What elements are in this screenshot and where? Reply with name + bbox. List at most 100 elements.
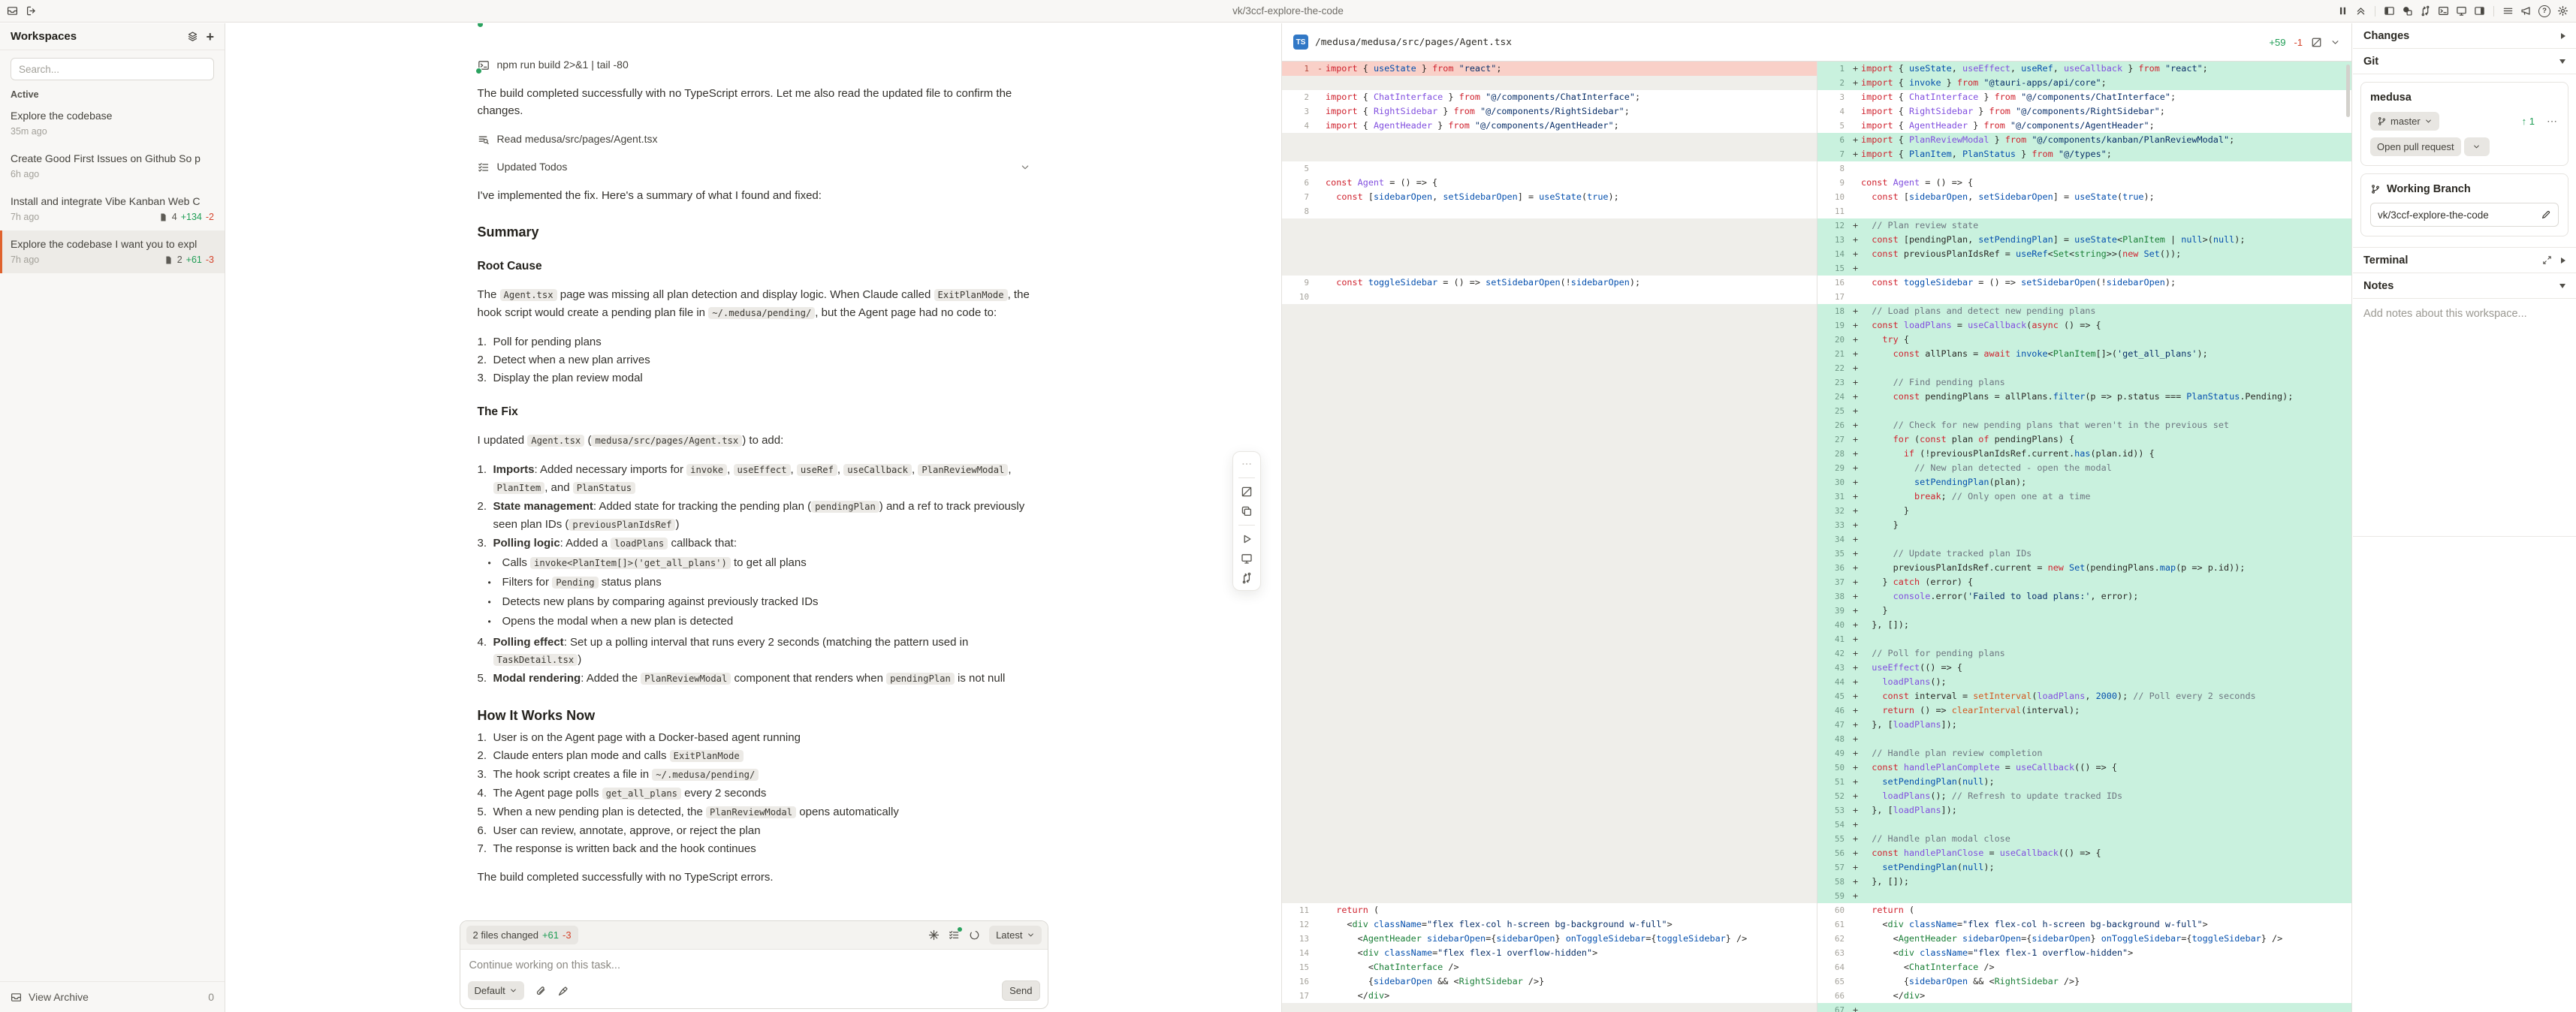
gear-icon[interactable] bbox=[2557, 5, 2568, 17]
diff-scrollbar[interactable] bbox=[2346, 65, 2350, 117]
inline-code: PlanItem bbox=[493, 482, 545, 494]
megaphone-icon[interactable] bbox=[2520, 5, 2532, 17]
chevron-down-icon[interactable] bbox=[2330, 38, 2340, 47]
branch-dropdown[interactable]: master bbox=[2370, 112, 2439, 131]
diff-new-cell: 49+ // Handle plan review completion bbox=[1817, 746, 2351, 761]
attach-icon[interactable] bbox=[535, 985, 547, 997]
diff-old-cell bbox=[1282, 547, 1817, 561]
tray-icon[interactable] bbox=[7, 5, 18, 17]
list-item: 4.Polling effect: Set up a polling inter… bbox=[478, 634, 1030, 669]
diff-old-cell bbox=[1282, 247, 1817, 261]
tool-call-read[interactable]: Read medusa/src/pages/Agent.tsx bbox=[478, 131, 1030, 148]
hide-diff-icon[interactable] bbox=[1241, 486, 1253, 498]
files-changed-chip[interactable]: 2 files changed +61 -3 bbox=[466, 926, 578, 944]
tool-call-terminal[interactable]: npm run build 2>&1 | tail -80 bbox=[478, 56, 1030, 74]
diff-row: 11 return (60 return ( bbox=[1282, 903, 2351, 917]
diff-old-cell: 11 return ( bbox=[1282, 903, 1817, 917]
terminal-section-header[interactable]: Terminal bbox=[2353, 247, 2576, 273]
composer: 2 files changed +61 -3 Latest Continue w… bbox=[460, 920, 1048, 1009]
mode-dropdown[interactable]: Default bbox=[468, 981, 524, 1000]
diff-row: 52+ loadPlans(); // Refresh to update tr… bbox=[1282, 789, 2351, 803]
drag-handle-icon[interactable] bbox=[1241, 458, 1253, 470]
hide-diff-icon[interactable] bbox=[2311, 37, 2322, 48]
tool-call-label: Read medusa/src/pages/Agent.tsx bbox=[497, 131, 658, 148]
diff-old-cell bbox=[1282, 532, 1817, 547]
inline-code: PlanReviewModal bbox=[918, 464, 1008, 476]
workspace-item-1[interactable]: Explore the codebase35m ago bbox=[0, 102, 225, 145]
diff-old-cell: 1-import { useState } from "react"; bbox=[1282, 62, 1817, 76]
sign-out-icon[interactable] bbox=[26, 5, 37, 17]
ordered-list: 1.Imports: Added necessary imports for i… bbox=[478, 461, 1030, 688]
message-paragraph: The build completed successfully with no… bbox=[478, 85, 1030, 119]
inline-code: get_all_plans bbox=[602, 788, 681, 800]
chevron-down-icon[interactable] bbox=[1020, 162, 1030, 173]
view-archive-button[interactable]: View Archive 0 bbox=[0, 981, 225, 1012]
copy-icon[interactable] bbox=[1241, 505, 1253, 517]
pause-icon[interactable] bbox=[2337, 5, 2348, 17]
diff-new-cell: 13+ const [pendingPlan, setPendingPlan] … bbox=[1817, 233, 2351, 247]
pen-icon[interactable] bbox=[557, 985, 569, 997]
diff-new-cell: 52+ loadPlans(); // Refresh to update tr… bbox=[1817, 789, 2351, 803]
version-label: Latest bbox=[996, 929, 1022, 941]
search-input[interactable] bbox=[11, 58, 214, 80]
todos-status-icon[interactable] bbox=[949, 929, 960, 941]
diff-old-cell bbox=[1282, 432, 1817, 447]
edit-icon[interactable] bbox=[2541, 209, 2551, 220]
workspace-item-4[interactable]: Explore the codebase I want you to expl7… bbox=[0, 230, 225, 273]
notes-input[interactable]: Add notes about this workspace... bbox=[2353, 299, 2576, 537]
monitor-icon[interactable] bbox=[2456, 5, 2467, 17]
diff-row: 43+ useEffect(() => { bbox=[1282, 661, 2351, 675]
git-section-header[interactable]: Git bbox=[2353, 49, 2576, 74]
diff-old-cell bbox=[1282, 304, 1817, 318]
terminal-icon[interactable] bbox=[2438, 5, 2449, 17]
panel-right-icon[interactable] bbox=[2474, 5, 2485, 17]
more-options-button[interactable]: ⋯ bbox=[2547, 115, 2559, 128]
list-item: 4.The Agent page polls get_all_plans eve… bbox=[478, 785, 1030, 803]
todo-activity-dot bbox=[958, 927, 962, 932]
diff-old-cell: 16 {sidebarOpen && <RightSidebar />} bbox=[1282, 974, 1817, 989]
repo-name: medusa bbox=[2370, 92, 2559, 104]
diff-old-cell bbox=[1282, 233, 1817, 247]
inline-code: useRef bbox=[797, 464, 837, 476]
workspace-item-3[interactable]: Install and integrate Vibe Kanban Web C7… bbox=[0, 188, 225, 230]
window-title: vk/3ccf-explore-the-code bbox=[0, 5, 2576, 17]
tool-call-todos[interactable]: Updated Todos bbox=[478, 158, 1030, 176]
message-input[interactable]: Continue working on this task... bbox=[460, 950, 1048, 974]
sparkle-icon[interactable] bbox=[928, 929, 940, 941]
expand-icon[interactable] bbox=[2542, 255, 2552, 265]
working-branch-input[interactable]: vk/3ccf-explore-the-code bbox=[2370, 203, 2559, 227]
diff-new-cell: 66 </div> bbox=[1817, 989, 2351, 1003]
diff-old-cell bbox=[1282, 689, 1817, 703]
open-pull-request-button[interactable]: Open pull request bbox=[2370, 137, 2461, 156]
pr-dropdown-button[interactable] bbox=[2464, 137, 2490, 156]
compare-icon[interactable] bbox=[1241, 572, 1253, 584]
compare-icon[interactable] bbox=[2420, 5, 2431, 17]
panel-left-icon[interactable] bbox=[2384, 5, 2395, 17]
workspaces-sidebar: Workspaces + Active Explore the codebase… bbox=[0, 23, 225, 1012]
version-dropdown[interactable]: Latest bbox=[989, 926, 1041, 944]
working-branch-card: Working Branch vk/3ccf-explore-the-code bbox=[2360, 173, 2568, 236]
diff-new-cell: 22+ bbox=[1817, 361, 2351, 375]
layers-icon[interactable] bbox=[187, 31, 198, 42]
diff-row: 29+ // New plan detected - open the moda… bbox=[1282, 461, 2351, 475]
diff-row: 13 <AgentHeader sidebarOpen={sidebarOpen… bbox=[1282, 932, 2351, 946]
add-workspace-button[interactable]: + bbox=[206, 32, 214, 42]
changes-section-header[interactable]: Changes bbox=[2353, 23, 2576, 49]
notes-section-header[interactable]: Notes bbox=[2353, 273, 2576, 299]
diff-file-header[interactable]: TS /medusa/medusa/src/pages/Agent.tsx +5… bbox=[1282, 23, 2351, 62]
theme-icon[interactable] bbox=[2402, 5, 2413, 17]
caret-down-icon bbox=[2559, 284, 2565, 288]
play-icon[interactable] bbox=[1241, 533, 1253, 545]
diff-new-cell: 33+ } bbox=[1817, 518, 2351, 532]
diff-old-cell: 9 const toggleSidebar = () => setSidebar… bbox=[1282, 276, 1817, 290]
menu-icon[interactable] bbox=[2502, 5, 2514, 17]
heading: Summary bbox=[478, 224, 1030, 241]
send-button[interactable]: Send bbox=[1002, 980, 1039, 1001]
diff-old-cell bbox=[1282, 518, 1817, 532]
diff-row: 33+ } bbox=[1282, 518, 2351, 532]
collapse-icon[interactable] bbox=[2355, 5, 2366, 17]
help-icon[interactable]: ? bbox=[2538, 5, 2550, 17]
monitor-icon[interactable] bbox=[1241, 553, 1253, 565]
workspace-item-2[interactable]: Create Good First Issues on Github So p6… bbox=[0, 145, 225, 188]
diff-old-cell bbox=[1282, 390, 1817, 404]
